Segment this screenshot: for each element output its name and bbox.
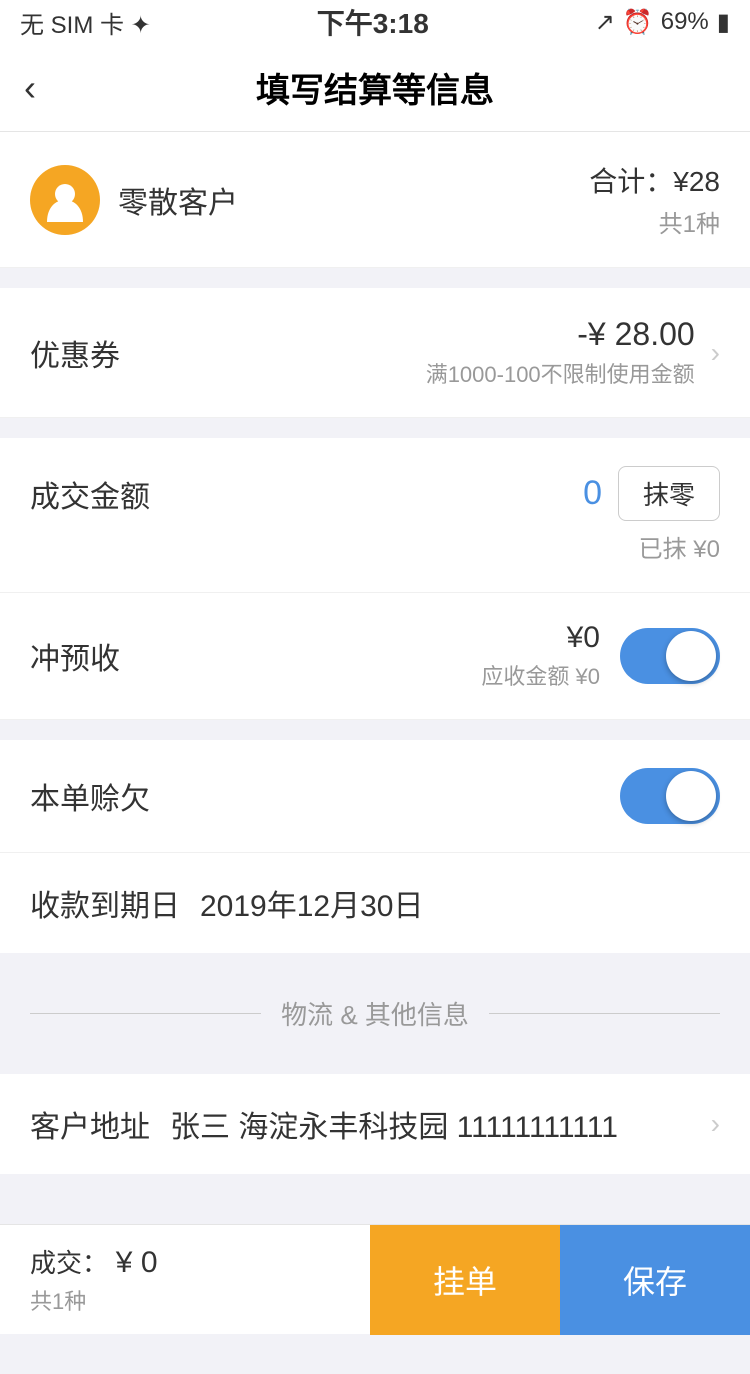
address-label: 客户地址 [30, 1102, 150, 1146]
chevron-right-icon: › [711, 337, 720, 369]
save-button[interactable]: 保存 [560, 1225, 750, 1335]
coupon-info: -¥ 28.00 满1000-100不限制使用金额 [426, 316, 695, 389]
customer-name: 零散客户 [118, 178, 238, 222]
divider-5 [0, 1054, 750, 1074]
due-date-label: 收款到期日 [30, 881, 180, 925]
due-date-section[interactable]: 收款到期日 2019年12月30日 [0, 853, 750, 953]
round-button[interactable]: 抹零 [618, 466, 720, 521]
prepay-toggle[interactable] [620, 628, 720, 684]
coupon-desc: 满1000-100不限制使用金额 [426, 357, 695, 389]
prepay-sub: 应收金额 ¥0 [481, 659, 600, 691]
debt-section: 本单赊欠 [0, 740, 750, 853]
status-time: 下午3:18 [317, 2, 429, 42]
logistics-label: 物流 & 其他信息 [281, 995, 469, 1032]
due-date-value: 2019年12月30日 [200, 881, 423, 925]
address-content: 客户地址 张三 海淀永丰科技园 11111111111 [30, 1102, 618, 1146]
transaction-amount-section: 成交金额 0 抹零 已抹 ¥0 [0, 438, 750, 593]
bottom-bar: 成交： ¥ 0 共1种 挂单 保存 [0, 1224, 750, 1334]
customer-info: 零散客户 [30, 165, 238, 235]
battery-icon: ▮ [717, 8, 730, 37]
customer-avatar [30, 165, 100, 235]
user-icon [43, 178, 87, 222]
logistics-inner: 物流 & 其他信息 [30, 995, 720, 1032]
prepay-section: 冲预收 ¥0 应收金额 ¥0 [0, 593, 750, 720]
prepay-right: ¥0 应收金额 ¥0 [481, 621, 720, 691]
amount-input-area: 0 抹零 [583, 466, 720, 521]
divider-4 [0, 953, 750, 973]
amount-sub: 已抹 ¥0 [30, 529, 720, 564]
location-icon: ↗ [595, 8, 615, 37]
address-chevron-icon: › [711, 1108, 720, 1140]
toggle-knob [666, 631, 716, 681]
coupon-label: 优惠券 [30, 331, 120, 375]
debt-toggle-knob [666, 771, 716, 821]
nav-bar: ‹ 填写结算等信息 [0, 44, 750, 132]
coupon-right-area: -¥ 28.00 满1000-100不限制使用金额 › [426, 316, 720, 389]
coupon-row[interactable]: 优惠券 -¥ 28.00 满1000-100不限制使用金额 › [0, 288, 750, 418]
transaction-value[interactable]: 0 [583, 474, 602, 513]
transaction-label: 成交金额 [30, 472, 150, 516]
logistics-line-right [489, 1013, 720, 1014]
page-title: 填写结算等信息 [256, 63, 494, 112]
status-bar: 无 SIM 卡 ✦ 下午3:18 ↗ ⏰ 69% ▮ [0, 0, 750, 44]
bottom-summary: 成交： ¥ 0 共1种 [0, 1243, 370, 1316]
prepay-values: ¥0 应收金额 ¥0 [481, 621, 600, 691]
divider-1 [0, 268, 750, 288]
battery-label: 69% [661, 8, 709, 36]
logistics-line-left [30, 1013, 261, 1014]
divider-2 [0, 418, 750, 438]
prepay-amount: ¥0 [481, 621, 600, 655]
back-button[interactable]: ‹ [24, 67, 36, 109]
total-label: 合计：¥28 [589, 160, 720, 200]
debt-label: 本单赊欠 [30, 774, 150, 818]
sim-label: 无 SIM 卡 ✦ [20, 5, 151, 40]
summary-sub: 共1种 [30, 1284, 340, 1316]
customer-total: 合计：¥28 共1种 [589, 160, 720, 239]
amount-top-row: 成交金额 0 抹零 [30, 466, 720, 521]
logistics-row: 物流 & 其他信息 [0, 973, 750, 1054]
coupon-discount: -¥ 28.00 [426, 316, 695, 353]
address-section[interactable]: 客户地址 张三 海淀永丰科技园 11111111111 › [0, 1074, 750, 1174]
hold-button[interactable]: 挂单 [370, 1225, 560, 1335]
status-left: 无 SIM 卡 ✦ [20, 5, 151, 40]
status-right: ↗ ⏰ 69% ▮ [595, 8, 730, 37]
prepay-label: 冲预收 [30, 634, 120, 678]
divider-3 [0, 720, 750, 740]
debt-toggle[interactable] [620, 768, 720, 824]
summary-amount: ¥ 0 [116, 1246, 158, 1279]
total-sub: 共1种 [589, 204, 720, 239]
alarm-icon: ⏰ [623, 8, 653, 37]
address-value: 张三 海淀永丰科技园 11111111111 [170, 1102, 618, 1146]
summary-row: 成交： ¥ 0 [30, 1243, 340, 1280]
summary-label: 成交： [30, 1248, 108, 1278]
customer-section: 零散客户 合计：¥28 共1种 [0, 132, 750, 268]
